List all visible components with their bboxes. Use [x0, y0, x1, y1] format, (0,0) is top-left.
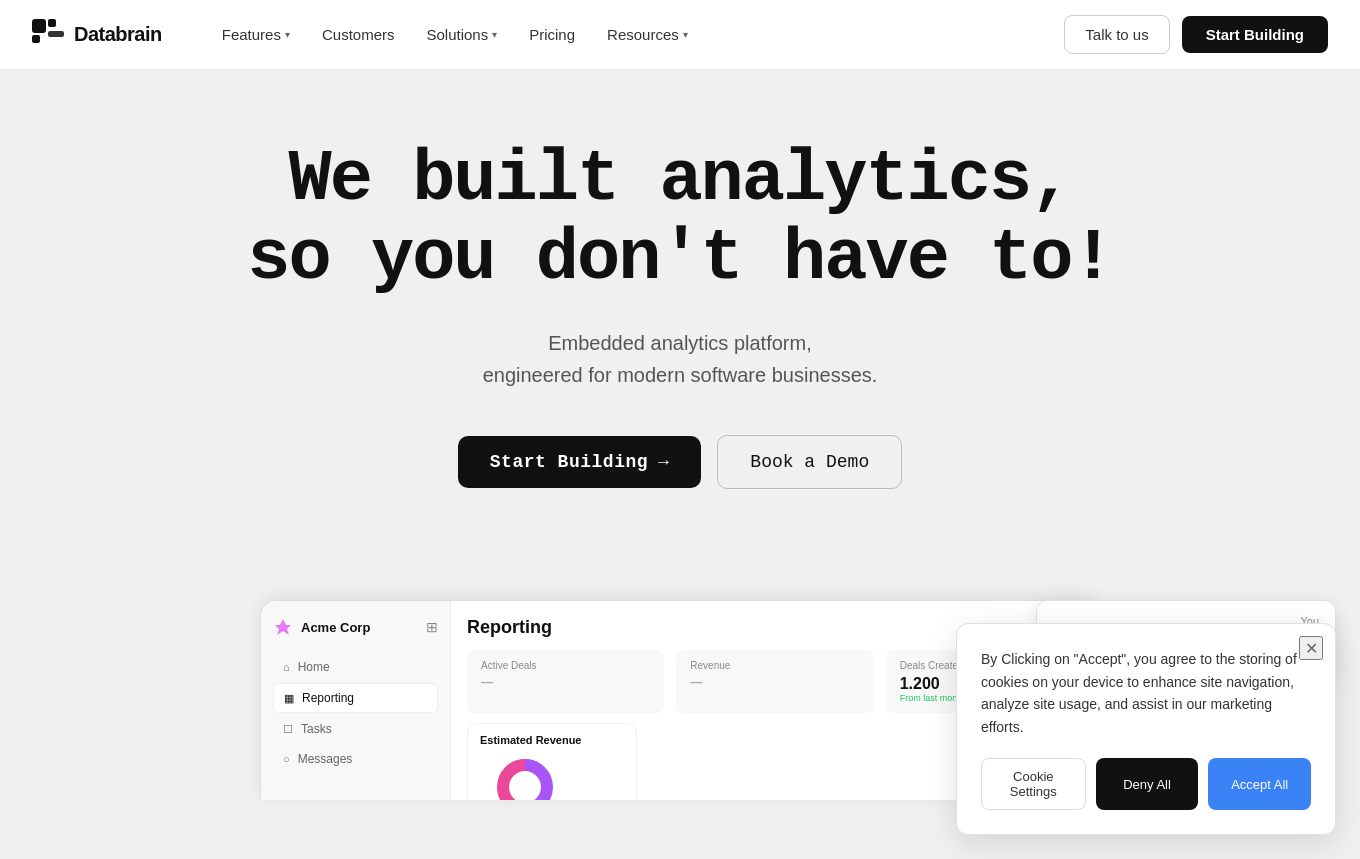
sidebar-item-reporting[interactable]: ▦ Reporting: [273, 683, 438, 713]
chart-card-title: Estimated Revenue: [480, 734, 624, 746]
chevron-down-icon: ▾: [492, 29, 497, 40]
navbar: Databrain Features ▾ Customers Solutions…: [0, 0, 1360, 70]
chevron-down-icon: ▾: [285, 29, 290, 40]
stat-label: Revenue: [690, 660, 859, 671]
start-building-nav-button[interactable]: Start Building: [1182, 16, 1328, 53]
brand-name: Databrain: [74, 23, 162, 46]
sidebar-brand-name: Acme Corp: [301, 620, 370, 635]
hero-buttons: Start Building → Book a Demo: [458, 435, 902, 489]
cookie-text: By Clicking on "Accept", you agree to th…: [981, 648, 1311, 738]
logo[interactable]: Databrain: [32, 19, 162, 51]
sidebar-item-tasks[interactable]: ☐ Tasks: [273, 715, 438, 743]
book-demo-button[interactable]: Book a Demo: [717, 435, 902, 489]
nav-links: Features ▾ Customers Solutions ▾ Pricing…: [210, 18, 1065, 51]
svg-rect-1: [48, 19, 56, 27]
cookie-buttons: Cookie Settings Deny All Accept All: [981, 758, 1311, 810]
nav-actions: Talk to us Start Building: [1064, 15, 1328, 54]
close-cookie-banner-button[interactable]: ✕: [1299, 636, 1323, 660]
accept-all-button[interactable]: Accept All: [1208, 758, 1311, 810]
home-icon: ⌂: [283, 661, 290, 673]
sidebar-logo: Acme Corp ⊞: [273, 617, 438, 637]
talk-button[interactable]: Talk to us: [1064, 15, 1169, 54]
arrow-right-icon: →: [658, 452, 669, 472]
start-building-hero-button[interactable]: Start Building →: [458, 436, 702, 488]
sidebar-item-home[interactable]: ⌂ Home: [273, 653, 438, 681]
svg-rect-0: [32, 19, 46, 33]
sidebar-item-messages[interactable]: ○ Messages: [273, 745, 438, 773]
chevron-down-icon: ▾: [683, 29, 688, 40]
nav-item-resources[interactable]: Resources ▾: [595, 18, 700, 51]
stat-value: —: [481, 675, 650, 689]
nav-item-customers[interactable]: Customers: [310, 18, 407, 51]
estimated-revenue-card: Estimated Revenue: [467, 723, 637, 800]
hero-subtitle: Embedded analytics platform, engineered …: [483, 327, 878, 391]
nav-item-solutions[interactable]: Solutions ▾: [414, 18, 509, 51]
deny-all-button[interactable]: Deny All: [1096, 758, 1199, 810]
svg-rect-2: [32, 35, 40, 43]
cookie-settings-button[interactable]: Cookie Settings: [981, 758, 1086, 810]
messages-icon: ○: [283, 753, 290, 765]
tasks-icon: ☐: [283, 723, 293, 736]
nav-item-features[interactable]: Features ▾: [210, 18, 302, 51]
nav-item-pricing[interactable]: Pricing: [517, 18, 587, 51]
reporting-icon: ▦: [284, 692, 294, 705]
hero-title: We built analytics, so you don't have to…: [247, 141, 1112, 299]
sidebar-menu-icon: ⊞: [426, 619, 438, 635]
stat-label: Active Deals: [481, 660, 650, 671]
acme-brand-icon: [273, 617, 293, 637]
svg-rect-3: [48, 31, 64, 37]
stat-value: —: [690, 675, 859, 689]
dashboard-sidebar: Acme Corp ⊞ ⌂ Home ▦ Reporting ☐ Tasks ○…: [261, 601, 451, 800]
hero-section: We built analytics, so you don't have to…: [0, 0, 1360, 600]
cookie-banner: ✕ By Clicking on "Accept", you agree to …: [956, 623, 1336, 835]
stat-card-revenue: Revenue —: [676, 650, 873, 713]
stat-card-active-deals: Active Deals —: [467, 650, 664, 713]
databrain-logo-icon: [32, 19, 64, 51]
donut-chart: [480, 752, 570, 800]
